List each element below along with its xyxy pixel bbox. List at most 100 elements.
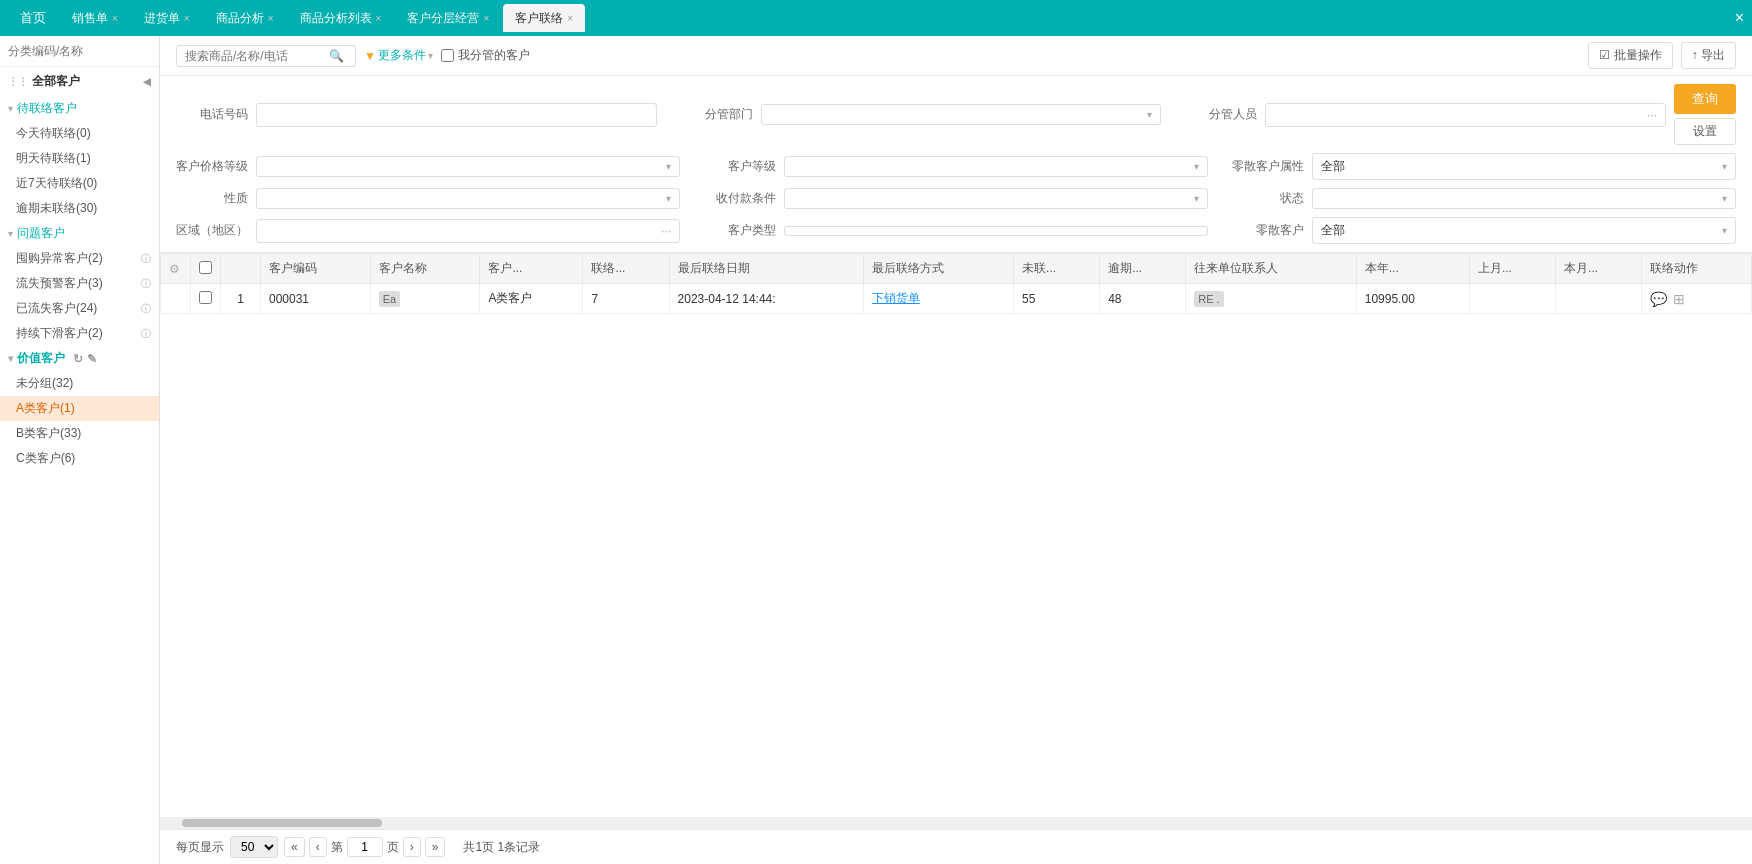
nav-tab-customer-mgmt[interactable]: 客户分层经营 × (395, 4, 501, 32)
content-area: 🔍 ▼ 更多条件 ▾ 我分管的客户 ☑ 批量操作 ↑ 导出 (160, 36, 1752, 864)
nav-tab-analysis-list[interactable]: 商品分析列表 × (288, 4, 394, 32)
row-lastmethod-cell[interactable]: 下销货单 (863, 284, 1013, 314)
close-analysis-list-tab[interactable]: × (376, 13, 382, 24)
horizontal-scrollbar[interactable] (160, 817, 1752, 829)
row-action-comment-icon[interactable]: 💬 (1650, 291, 1667, 307)
page-end: 页 (387, 839, 399, 856)
sidebar-item-declining[interactable]: 持续下滑客户(2) ⓘ (0, 321, 159, 346)
sidebar-item-tomorrow[interactable]: 明天待联络(1) (0, 146, 159, 171)
nav-tab-sales[interactable]: 销售单 × (60, 4, 130, 32)
sidebar-item-warning[interactable]: 流失预警客户(3) ⓘ (0, 271, 159, 296)
payment-label: 收付款条件 (704, 190, 776, 207)
region-select[interactable]: ··· (256, 219, 680, 243)
sidebar-search-input[interactable] (8, 44, 158, 58)
col-lastdate-header[interactable]: 最后联络日期 (669, 254, 863, 284)
sidebar-item-7days[interactable]: 近7天待联络(0) (0, 171, 159, 196)
col-lastmethod-header[interactable]: 最后联络方式 (863, 254, 1013, 284)
customer-level-select[interactable]: ▾ (784, 156, 1208, 177)
more-conditions-btn[interactable]: ▼ 更多条件 ▾ (364, 47, 433, 64)
nav-home[interactable]: 首页 (8, 9, 58, 27)
col-thismonth-header[interactable]: 本月... (1556, 254, 1642, 284)
export-button[interactable]: ↑ 导出 (1681, 42, 1736, 69)
sidebar-item-lost[interactable]: 已流失客户(24) ⓘ (0, 296, 159, 321)
sidebar-group-value-refresh[interactable]: ↻ (73, 352, 83, 366)
close-analysis-tab[interactable]: × (268, 13, 274, 24)
sidebar-all-customers[interactable]: ⋮⋮ 全部客户 ◀ (0, 67, 159, 96)
col-action-header: 联络动作 (1642, 254, 1752, 284)
col-uncontacted-header[interactable]: 未联... (1014, 254, 1100, 284)
close-all-tabs[interactable]: × (1735, 9, 1744, 27)
sidebar-item-a-class[interactable]: A类客户(1) (0, 396, 159, 421)
retail-customer-label: 零散客户 (1232, 222, 1304, 239)
query-button[interactable]: 查询 (1674, 84, 1736, 114)
customer-type-select[interactable] (784, 226, 1208, 236)
my-customers-checkbox[interactable] (441, 49, 454, 62)
dept-select[interactable]: ▾ (761, 104, 1162, 125)
sidebar-item-c-class[interactable]: C类客户(6) (0, 446, 159, 471)
filter-search-icon[interactable]: 🔍 (329, 49, 344, 63)
payment-select[interactable]: ▾ (784, 188, 1208, 209)
col-setting-header[interactable]: ⚙ (161, 254, 191, 284)
prev-page-btn[interactable]: ‹ (309, 837, 327, 857)
filter-search-input[interactable] (185, 49, 325, 63)
filter-cell-price-level: 客户价格等级 ▾ (176, 156, 680, 177)
sidebar-item-ungrouped[interactable]: 未分组(32) (0, 371, 159, 396)
row-no-cell: 1 (221, 284, 261, 314)
row-checkbox[interactable] (199, 291, 212, 304)
pagination: 每页显示 50 « ‹ 第 页 › » 共1页 1条记录 (176, 836, 540, 858)
close-customer-mgmt-tab[interactable]: × (483, 13, 489, 24)
row-thismonth-cell (1556, 284, 1642, 314)
filter-cell-customer-type: 客户类型 (704, 222, 1208, 239)
sidebar-item-overdue[interactable]: 逾期未联络(30) (0, 196, 159, 221)
col-check-header[interactable] (191, 254, 221, 284)
phone-input[interactable] (256, 103, 657, 127)
close-sales-tab[interactable]: × (112, 13, 118, 24)
sidebar-item-today[interactable]: 今天待联络(0) (0, 121, 159, 146)
nav-tab-purchase[interactable]: 进货单 × (132, 4, 202, 32)
filter-cell-retail-customer: 零散客户 全部▾ (1232, 217, 1736, 244)
filter-row-3: 性质 ▾ 收付款条件 ▾ 状态 ▾ (176, 188, 1736, 209)
sidebar-item-abnormal[interactable]: 囤购异常客户(2) ⓘ (0, 246, 159, 271)
retail-attr-select[interactable]: 全部▾ (1312, 153, 1736, 180)
sidebar-item-b-class[interactable]: B类客户(33) (0, 421, 159, 446)
nature-select[interactable]: ▾ (256, 188, 680, 209)
row-action-link-icon[interactable]: ⊞ (1673, 291, 1685, 307)
price-level-select[interactable]: ▾ (256, 156, 680, 177)
sidebar-group-pending[interactable]: ▾ 待联络客户 (0, 96, 159, 121)
settings-button[interactable]: 设置 (1674, 118, 1736, 145)
person-select[interactable]: ··· (1265, 103, 1666, 127)
total-text: 共1页 1条记录 (463, 839, 540, 856)
sidebar-group-value[interactable]: ▾ 价值客户 ↻ ✎ (0, 346, 159, 371)
col-contacts-header[interactable]: 往来单位联系人 (1186, 254, 1356, 284)
nav-tab-customer-contact[interactable]: 客户联络 × (503, 4, 585, 32)
row-check-cell[interactable] (191, 284, 221, 314)
col-level-header[interactable]: 客户... (480, 254, 583, 284)
nav-tab-analysis[interactable]: 商品分析 × (204, 4, 286, 32)
next-page-btn[interactable]: › (403, 837, 421, 857)
col-overdue-header[interactable]: 逾期... (1100, 254, 1186, 284)
per-page-select[interactable]: 50 (230, 836, 278, 858)
filter-cell-customer-level: 客户等级 ▾ (704, 156, 1208, 177)
col-code-header[interactable]: 客户编码 (261, 254, 371, 284)
close-customer-contact-tab[interactable]: × (567, 13, 573, 24)
col-thisyear-header[interactable]: 本年... (1356, 254, 1469, 284)
first-page-btn[interactable]: « (284, 837, 305, 857)
last-page-btn[interactable]: » (425, 837, 446, 857)
sidebar-collapse-icon[interactable]: ◀ (143, 76, 151, 87)
sidebar-group-value-actions: ↻ ✎ (73, 352, 97, 366)
col-lastmonth-header[interactable]: 上月... (1469, 254, 1555, 284)
status-select[interactable]: ▾ (1312, 188, 1736, 209)
col-name-header[interactable]: 客户名称 (370, 254, 480, 284)
scrollbar-thumb[interactable] (182, 819, 382, 827)
close-purchase-tab[interactable]: × (184, 13, 190, 24)
page-input[interactable] (347, 837, 383, 857)
filter-cell-status: 状态 ▾ (1232, 188, 1736, 209)
retail-customer-select[interactable]: 全部▾ (1312, 217, 1736, 244)
sidebar-group-problem[interactable]: ▾ 问题客户 (0, 221, 159, 246)
top-nav: 首页 销售单 × 进货单 × 商品分析 × 商品分析列表 × 客户分层经营 × … (0, 0, 1752, 36)
filter-cell-nature: 性质 ▾ (176, 188, 680, 209)
select-all-checkbox[interactable] (199, 261, 212, 274)
sidebar-group-value-edit[interactable]: ✎ (87, 352, 97, 366)
batch-op-button[interactable]: ☑ 批量操作 (1588, 42, 1672, 69)
col-contact-header[interactable]: 联络... (583, 254, 669, 284)
